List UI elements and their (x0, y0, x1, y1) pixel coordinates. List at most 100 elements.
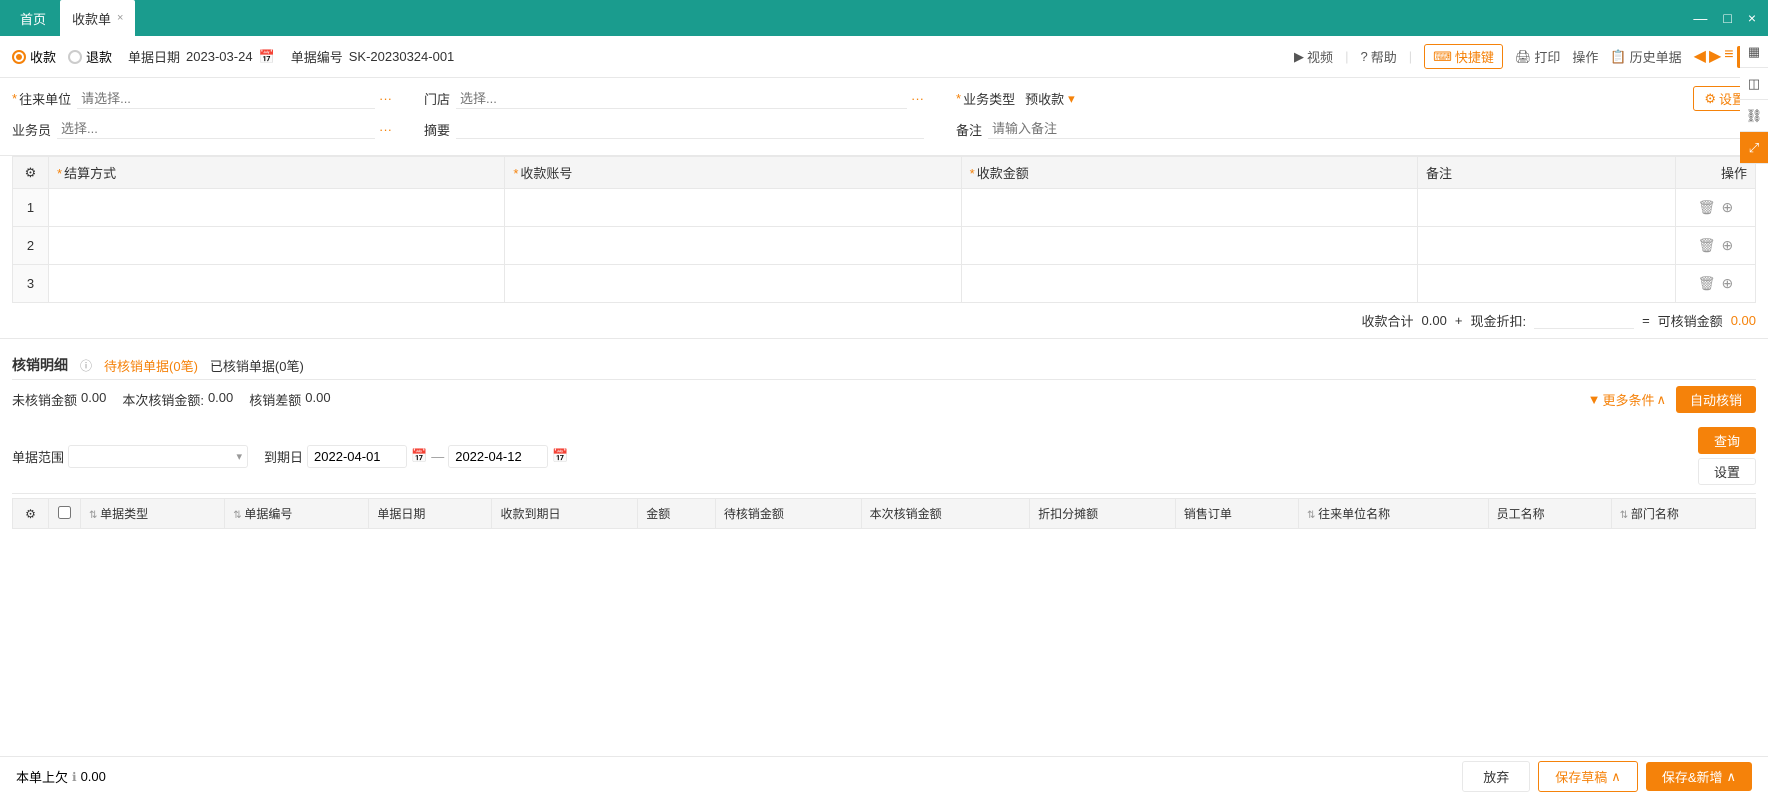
left-arrow-icon[interactable]: ◀ (1694, 46, 1706, 68)
filter-setting-button[interactable]: 设置 (1698, 458, 1756, 485)
dept-header[interactable]: 部门名称 (1611, 499, 1755, 529)
pending-tab[interactable]: 待核销单据(0笔) (104, 356, 198, 375)
close-tab-icon[interactable]: × (117, 12, 123, 24)
copy-row-3-icon[interactable]: ⊕ (1722, 275, 1734, 292)
number-header[interactable]: 单据编号 (225, 499, 369, 529)
row-num-3: 3 (13, 265, 49, 303)
verifiable-value: 0.00 (1731, 313, 1756, 328)
this-doc-info-icon[interactable]: ℹ (72, 770, 77, 784)
save-draft-button[interactable]: 保存草稿 ∧ (1538, 761, 1638, 792)
list-icon[interactable]: ≡ (1724, 46, 1733, 68)
operation-label: 操作 (1572, 47, 1598, 66)
current-verify-value: 0.00 (208, 390, 233, 409)
date-from-calendar-icon[interactable]: 📅 (411, 448, 427, 464)
delete-row-3-icon[interactable]: 🗑 (1698, 275, 1716, 292)
row-num-1: 1 (13, 189, 49, 227)
query-button[interactable]: 查询 (1698, 427, 1756, 454)
gear-icon: ⚙ (1704, 91, 1716, 107)
plus-label: + (1455, 313, 1463, 328)
receipt-account-cell-1[interactable] (505, 189, 961, 227)
history-icon: 📋 (1610, 49, 1626, 65)
right-panel-expand[interactable]: ⤢ (1740, 132, 1768, 164)
range-label: 单据范围 (12, 447, 64, 466)
date-from-input[interactable] (307, 445, 407, 468)
abandon-button[interactable]: 放弃 (1462, 761, 1530, 792)
bottom-table-checkbox-header[interactable] (49, 499, 81, 529)
copy-row-2-icon[interactable]: ⊕ (1722, 237, 1734, 254)
home-tab[interactable]: 首页 (8, 0, 58, 36)
current-verify-label: 本次核销金额: (122, 390, 204, 409)
select-all-checkbox[interactable] (58, 506, 71, 519)
receipt-amount-cell-2[interactable] (961, 227, 1417, 265)
remark-cell-2[interactable] (1417, 227, 1675, 265)
right-panel-layout[interactable]: ◫ (1740, 68, 1768, 100)
store-more-icon[interactable]: ··· (911, 91, 924, 106)
duedate-label: 到期日 (264, 447, 303, 466)
gear-header[interactable]: ⚙ (13, 157, 49, 189)
hexiao-header: 核销明细 ⓘ 待核销单据(0笔) 已核销单据(0笔) (12, 347, 1756, 380)
video-button[interactable]: ▶ 视频 (1294, 47, 1333, 66)
bottom-table-gear-header[interactable]: ⚙ (13, 499, 49, 529)
chevron-up-icon: ∧ (1656, 392, 1666, 408)
remark-cell-3[interactable] (1417, 265, 1675, 303)
counterparty-header[interactable]: 往来单位名称 (1298, 499, 1488, 529)
receipt-account-cell-2[interactable] (505, 227, 961, 265)
equals-label: = (1642, 313, 1650, 328)
receipt-type-radio-group: 收款 退款 (12, 47, 112, 66)
delete-row-2-icon[interactable]: 🗑 (1698, 237, 1716, 254)
staff-input[interactable] (57, 119, 375, 139)
auto-hexiao-button[interactable]: 自动核销 (1676, 386, 1756, 413)
close-window-icon[interactable]: × (1744, 8, 1760, 28)
date-to-calendar-icon[interactable]: 📅 (552, 448, 568, 464)
summary-field: 摘要 (424, 119, 924, 139)
right-layout-icon: ◫ (1748, 76, 1760, 92)
refund-radio[interactable]: 退款 (68, 47, 112, 66)
right-arrow-icon[interactable]: ▶ (1709, 46, 1721, 68)
receipt-amount-cell-3[interactable] (961, 265, 1417, 303)
settlement-method-cell-2[interactable] (49, 227, 505, 265)
top-navigation: 首页 收款单 × — □ × (0, 0, 1768, 36)
range-select[interactable] (68, 445, 248, 468)
help-button[interactable]: ? 帮助 (1360, 47, 1396, 66)
business-type-dropdown-icon[interactable]: ▾ (1068, 91, 1075, 107)
hexiao-info-icon[interactable]: ⓘ (80, 357, 92, 374)
more-conditions-button[interactable]: ▼ 更多条件 ∧ (1588, 390, 1666, 409)
operation-button[interactable]: 操作 (1572, 47, 1598, 66)
delete-row-1-icon[interactable]: 🗑 (1698, 199, 1716, 216)
store-input[interactable] (456, 89, 907, 109)
receipt-account-cell-3[interactable] (505, 265, 961, 303)
counterparty-required-mark: * (12, 91, 17, 106)
keyboard-icon: ⌨ (1433, 49, 1452, 65)
date-to-input[interactable] (448, 445, 548, 468)
print-button[interactable]: 🖨 打印 (1515, 47, 1561, 66)
counterparty-field: * 往来单位 ··· (12, 89, 392, 109)
calendar-icon[interactable]: 📅 (259, 49, 275, 65)
receipt-tab[interactable]: 收款单 × (60, 0, 135, 36)
quick-key-button[interactable]: ⌨ 快捷键 (1424, 44, 1503, 69)
copy-row-1-icon[interactable]: ⊕ (1722, 199, 1734, 216)
staff-more-icon[interactable]: ··· (379, 122, 392, 137)
minimize-icon[interactable]: — (1689, 8, 1711, 28)
settlement-method-cell-3[interactable] (49, 265, 505, 303)
receipt-radio[interactable]: 收款 (12, 47, 56, 66)
maximize-icon[interactable]: □ (1719, 8, 1735, 28)
done-tab[interactable]: 已核销单据(0笔) (210, 356, 304, 375)
staff-header: 员工名称 (1488, 499, 1611, 529)
receipt-amount-cell-1[interactable] (961, 189, 1417, 227)
type-header[interactable]: 单据类型 (81, 499, 225, 529)
history-button[interactable]: 📋 历史单据 (1610, 47, 1681, 66)
discount-input[interactable] (1534, 313, 1634, 329)
counterparty-label: 往来单位 (19, 89, 71, 108)
discount-label: 现金折扣: (1470, 311, 1526, 330)
counterparty-input[interactable] (77, 89, 375, 109)
save-new-button[interactable]: 保存&新增 ∧ (1646, 762, 1752, 791)
right-panel-grid[interactable]: ▦ (1740, 36, 1768, 68)
right-panel-link[interactable]: ⛓ (1740, 100, 1768, 132)
summary-input[interactable] (456, 119, 924, 139)
remark-cell-1[interactable] (1417, 189, 1675, 227)
store-field: 门店 ··· (424, 89, 924, 109)
remark-input[interactable] (988, 119, 1756, 139)
counterparty-more-icon[interactable]: ··· (379, 91, 392, 106)
business-type-value: 预收款 (1025, 89, 1064, 108)
settlement-method-cell-1[interactable] (49, 189, 505, 227)
